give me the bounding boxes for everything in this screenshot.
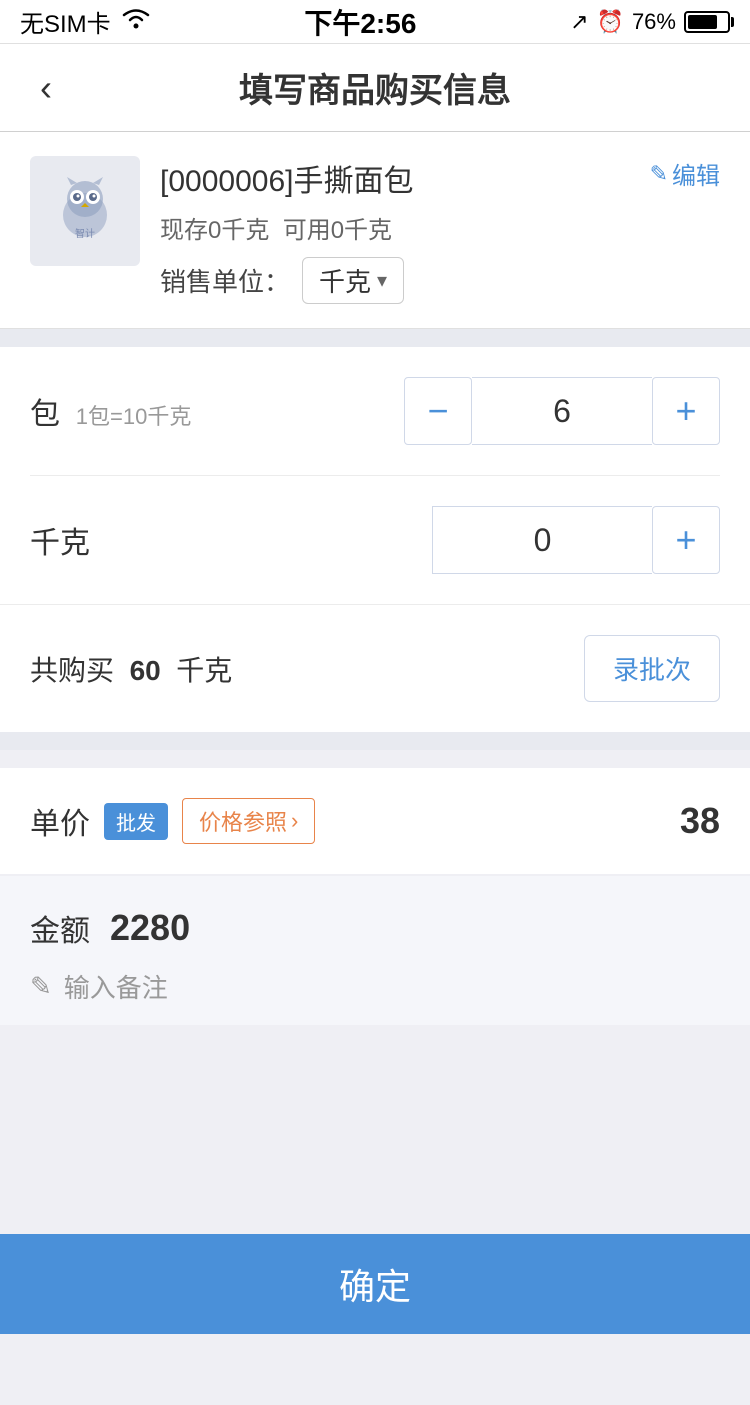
price-badge: 批发 <box>104 803 168 840</box>
quantity-input-kg[interactable]: 0 <box>432 506 652 574</box>
chevron-right-icon: › <box>291 808 298 834</box>
confirm-label: 确定 <box>339 1258 411 1310</box>
quantity-input-bag[interactable]: 6 <box>472 377 652 445</box>
amount-label: 金额 <box>30 906 90 950</box>
amount-value: 2280 <box>110 907 190 949</box>
product-card: 智计 [0000006]手撕面包 ✎ 编辑 现存0千克 可用0千克 销售单位： <box>0 132 750 329</box>
battery-percent: 76% <box>632 9 676 35</box>
section-divider-1 <box>0 329 750 347</box>
confirm-button[interactable]: 确定 <box>0 1234 750 1334</box>
quantity-section: 包 1包=10千克 − 6 + 千克 0 + <box>0 347 750 604</box>
page-title: 填写商品购买信息 <box>239 63 511 112</box>
carrier-label: 无SIM卡 <box>20 4 111 39</box>
location-icon: ↗ <box>570 9 588 35</box>
price-left: 单价 批发 价格参照 › <box>30 798 315 844</box>
product-image: 智计 <box>30 156 140 266</box>
status-left: 无SIM卡 <box>20 4 151 39</box>
status-right: ↗ ⏰ 76% <box>570 9 730 35</box>
quantity-row-kg: 千克 0 + <box>30 476 720 604</box>
back-arrow-icon: ‹ <box>40 67 52 109</box>
pencil-icon: ✎ <box>30 971 52 1002</box>
quantity-label-kg: 千克 <box>30 518 90 562</box>
edit-label: 编辑 <box>672 156 720 191</box>
price-label: 单价 <box>30 799 90 843</box>
unit-label: 销售单位： <box>160 262 290 299</box>
increment-kg-button[interactable]: + <box>652 506 720 574</box>
price-reference-button[interactable]: 价格参照 › <box>182 798 315 844</box>
price-ref-label: 价格参照 <box>199 805 287 837</box>
quantity-hint-bag: 1包=10千克 <box>76 404 192 429</box>
status-bar: 无SIM卡 下午2:56 ↗ ⏰ 76% <box>0 0 750 44</box>
increment-bag-button[interactable]: + <box>652 377 720 445</box>
amount-row: 金额 2280 <box>30 906 720 950</box>
price-section: 单价 批发 价格参照 › 38 <box>0 768 750 874</box>
battery-icon <box>684 11 730 33</box>
unit-selector[interactable]: 千克 ▾ <box>302 257 404 304</box>
quantity-row-bag: 包 1包=10千克 − 6 + <box>30 347 720 476</box>
product-stock: 现存0千克 可用0千克 <box>160 210 720 245</box>
edit-icon: ✎ <box>650 161 668 187</box>
chevron-down-icon: ▾ <box>377 268 387 293</box>
svg-text:智计: 智计 <box>75 227 95 240</box>
nav-bar: ‹ 填写商品购买信息 <box>0 44 750 132</box>
total-text: 共购买 60 千克 <box>30 649 232 689</box>
remark-row[interactable]: ✎ 输入备注 <box>30 968 720 1005</box>
decrement-bag-button[interactable]: − <box>404 377 472 445</box>
product-unit-row: 销售单位： 千克 ▾ <box>160 257 720 304</box>
total-section: 共购买 60 千克 录批次 <box>0 604 750 732</box>
quantity-control-kg: 0 + <box>432 506 720 574</box>
price-value: 38 <box>680 800 720 842</box>
unit-value: 千克 <box>319 262 371 299</box>
back-button[interactable]: ‹ <box>24 66 68 110</box>
quantity-control-bag: − 6 + <box>404 377 720 445</box>
section-divider-2 <box>0 732 750 750</box>
remark-placeholder: 输入备注 <box>64 968 168 1005</box>
wifi-icon <box>121 7 151 36</box>
product-logo: 智计 <box>51 173 119 250</box>
batch-button[interactable]: 录批次 <box>584 635 720 702</box>
amount-section: 金额 2280 ✎ 输入备注 <box>0 876 750 1025</box>
quantity-label-bag: 包 1包=10千克 <box>30 389 191 433</box>
status-time: 下午2:56 <box>304 2 416 42</box>
product-name: [0000006]手撕面包 <box>160 156 413 200</box>
alarm-icon: ⏰ <box>597 9 624 35</box>
product-info: [0000006]手撕面包 ✎ 编辑 现存0千克 可用0千克 销售单位： 千克 … <box>160 156 720 304</box>
edit-button[interactable]: ✎ 编辑 <box>650 156 720 191</box>
total-amount: 60 <box>130 655 161 686</box>
